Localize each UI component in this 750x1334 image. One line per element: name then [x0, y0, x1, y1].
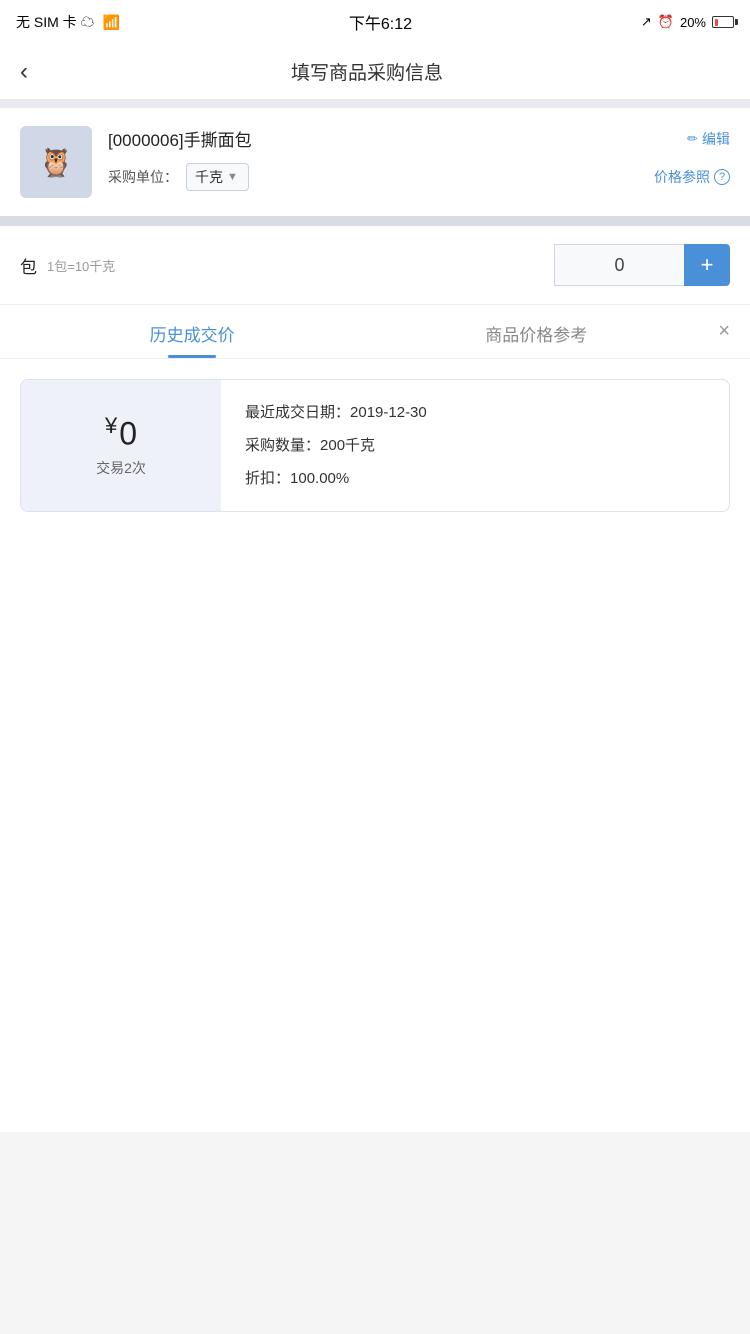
- quantity-input[interactable]: [554, 244, 684, 286]
- qty-unit: 包: [20, 253, 37, 278]
- alarm-icon: ⏰: [658, 14, 674, 30]
- price-ref-label: 价格参照: [654, 167, 710, 187]
- product-header: [0000006]手撕面包 ✏ 编辑: [108, 126, 730, 151]
- history-discount-value: 100.00%: [290, 470, 349, 487]
- tab-history-label: 历史成交价: [150, 326, 235, 345]
- top-divider: [0, 100, 750, 108]
- battery-percent: 20%: [680, 15, 706, 30]
- page-title: 填写商品采购信息: [44, 58, 690, 85]
- product-card: 🦉 [0000006]手撕面包 ✏ 编辑 采购单位： 千克 ▼ 价格参照 ?: [0, 108, 750, 216]
- history-card: ¥0 交易2次 最近成交日期：2019-12-30 采购数量：200千克 折扣：…: [20, 379, 730, 512]
- edit-button[interactable]: ✏ 编辑: [687, 129, 730, 149]
- status-time: 下午6:12: [349, 10, 412, 34]
- history-date-value: 2019-12-30: [350, 404, 427, 421]
- status-right: ↗ ⏰ 20%: [641, 14, 734, 30]
- quantity-controls: +: [554, 244, 730, 286]
- status-left: 无 SIM 卡 ☁ 📶: [16, 12, 120, 32]
- product-info: [0000006]手撕面包 ✏ 编辑 采购单位： 千克 ▼ 价格参照 ?: [108, 126, 730, 191]
- unit-dropdown-arrow: ▼: [227, 171, 238, 183]
- tabs-container: 历史成交价 商品价格参考 ×: [0, 305, 750, 359]
- edit-label: 编辑: [702, 129, 730, 149]
- quantity-label: 包 1包=10千克: [20, 253, 115, 278]
- tab-history-price[interactable]: 历史成交价: [20, 305, 364, 358]
- history-price-value: ¥0: [105, 413, 137, 453]
- history-date-label: 最近成交日期：: [245, 404, 350, 421]
- currency-symbol: ¥: [105, 413, 117, 438]
- battery-icon: [712, 16, 734, 28]
- history-section: ¥0 交易2次 最近成交日期：2019-12-30 采购数量：200千克 折扣：…: [0, 359, 750, 532]
- history-discount-label: 折扣：: [245, 470, 290, 487]
- history-discount-row: 折扣：100.00%: [245, 468, 705, 489]
- history-qty-label: 采购数量：: [245, 437, 320, 454]
- back-button[interactable]: ‹: [20, 58, 28, 86]
- product-thumbnail: 🦉: [20, 126, 92, 198]
- history-details-panel: 最近成交日期：2019-12-30 采购数量：200千克 折扣：100.00%: [221, 380, 729, 511]
- location-icon: ↗: [641, 14, 652, 30]
- unit-label: 采购单位： 千克 ▼: [108, 163, 249, 191]
- history-price-panel: ¥0 交易2次: [21, 380, 221, 511]
- qty-conversion: 1包=10千克: [47, 256, 115, 275]
- history-trades-count: 交易2次: [96, 458, 146, 478]
- wifi-icon: 📶: [103, 14, 120, 31]
- unit-value: 千克: [195, 167, 223, 187]
- product-name: [0000006]手撕面包: [108, 126, 252, 151]
- nav-bar: ‹ 填写商品采购信息: [0, 44, 750, 100]
- product-unit-row: 采购单位： 千克 ▼ 价格参照 ?: [108, 163, 730, 191]
- quantity-row: 包 1包=10千克 +: [0, 226, 750, 305]
- sim-status: 无 SIM 卡 ☁: [16, 12, 95, 32]
- help-icon: ?: [714, 169, 730, 185]
- tabs-close-button[interactable]: ×: [708, 310, 730, 353]
- unit-selector[interactable]: 千克 ▼: [186, 163, 249, 191]
- content-area: [0, 532, 750, 1132]
- gray-divider: [0, 216, 750, 226]
- history-qty-value: 200千克: [320, 437, 375, 454]
- unit-text: 采购单位：: [108, 167, 178, 187]
- edit-icon: ✏: [687, 131, 698, 147]
- tab-price-ref-label: 商品价格参考: [485, 326, 587, 345]
- quantity-plus-button[interactable]: +: [684, 244, 730, 286]
- history-qty-row: 采购数量：200千克: [245, 435, 705, 456]
- price-reference-button[interactable]: 价格参照 ?: [654, 167, 730, 187]
- history-date-row: 最近成交日期：2019-12-30: [245, 402, 705, 423]
- status-bar: 无 SIM 卡 ☁ 📶 下午6:12 ↗ ⏰ 20%: [0, 0, 750, 44]
- tab-product-price-ref[interactable]: 商品价格参考: [364, 305, 708, 358]
- product-logo-icon: 🦉: [39, 146, 74, 179]
- tab-active-indicator: [168, 355, 216, 358]
